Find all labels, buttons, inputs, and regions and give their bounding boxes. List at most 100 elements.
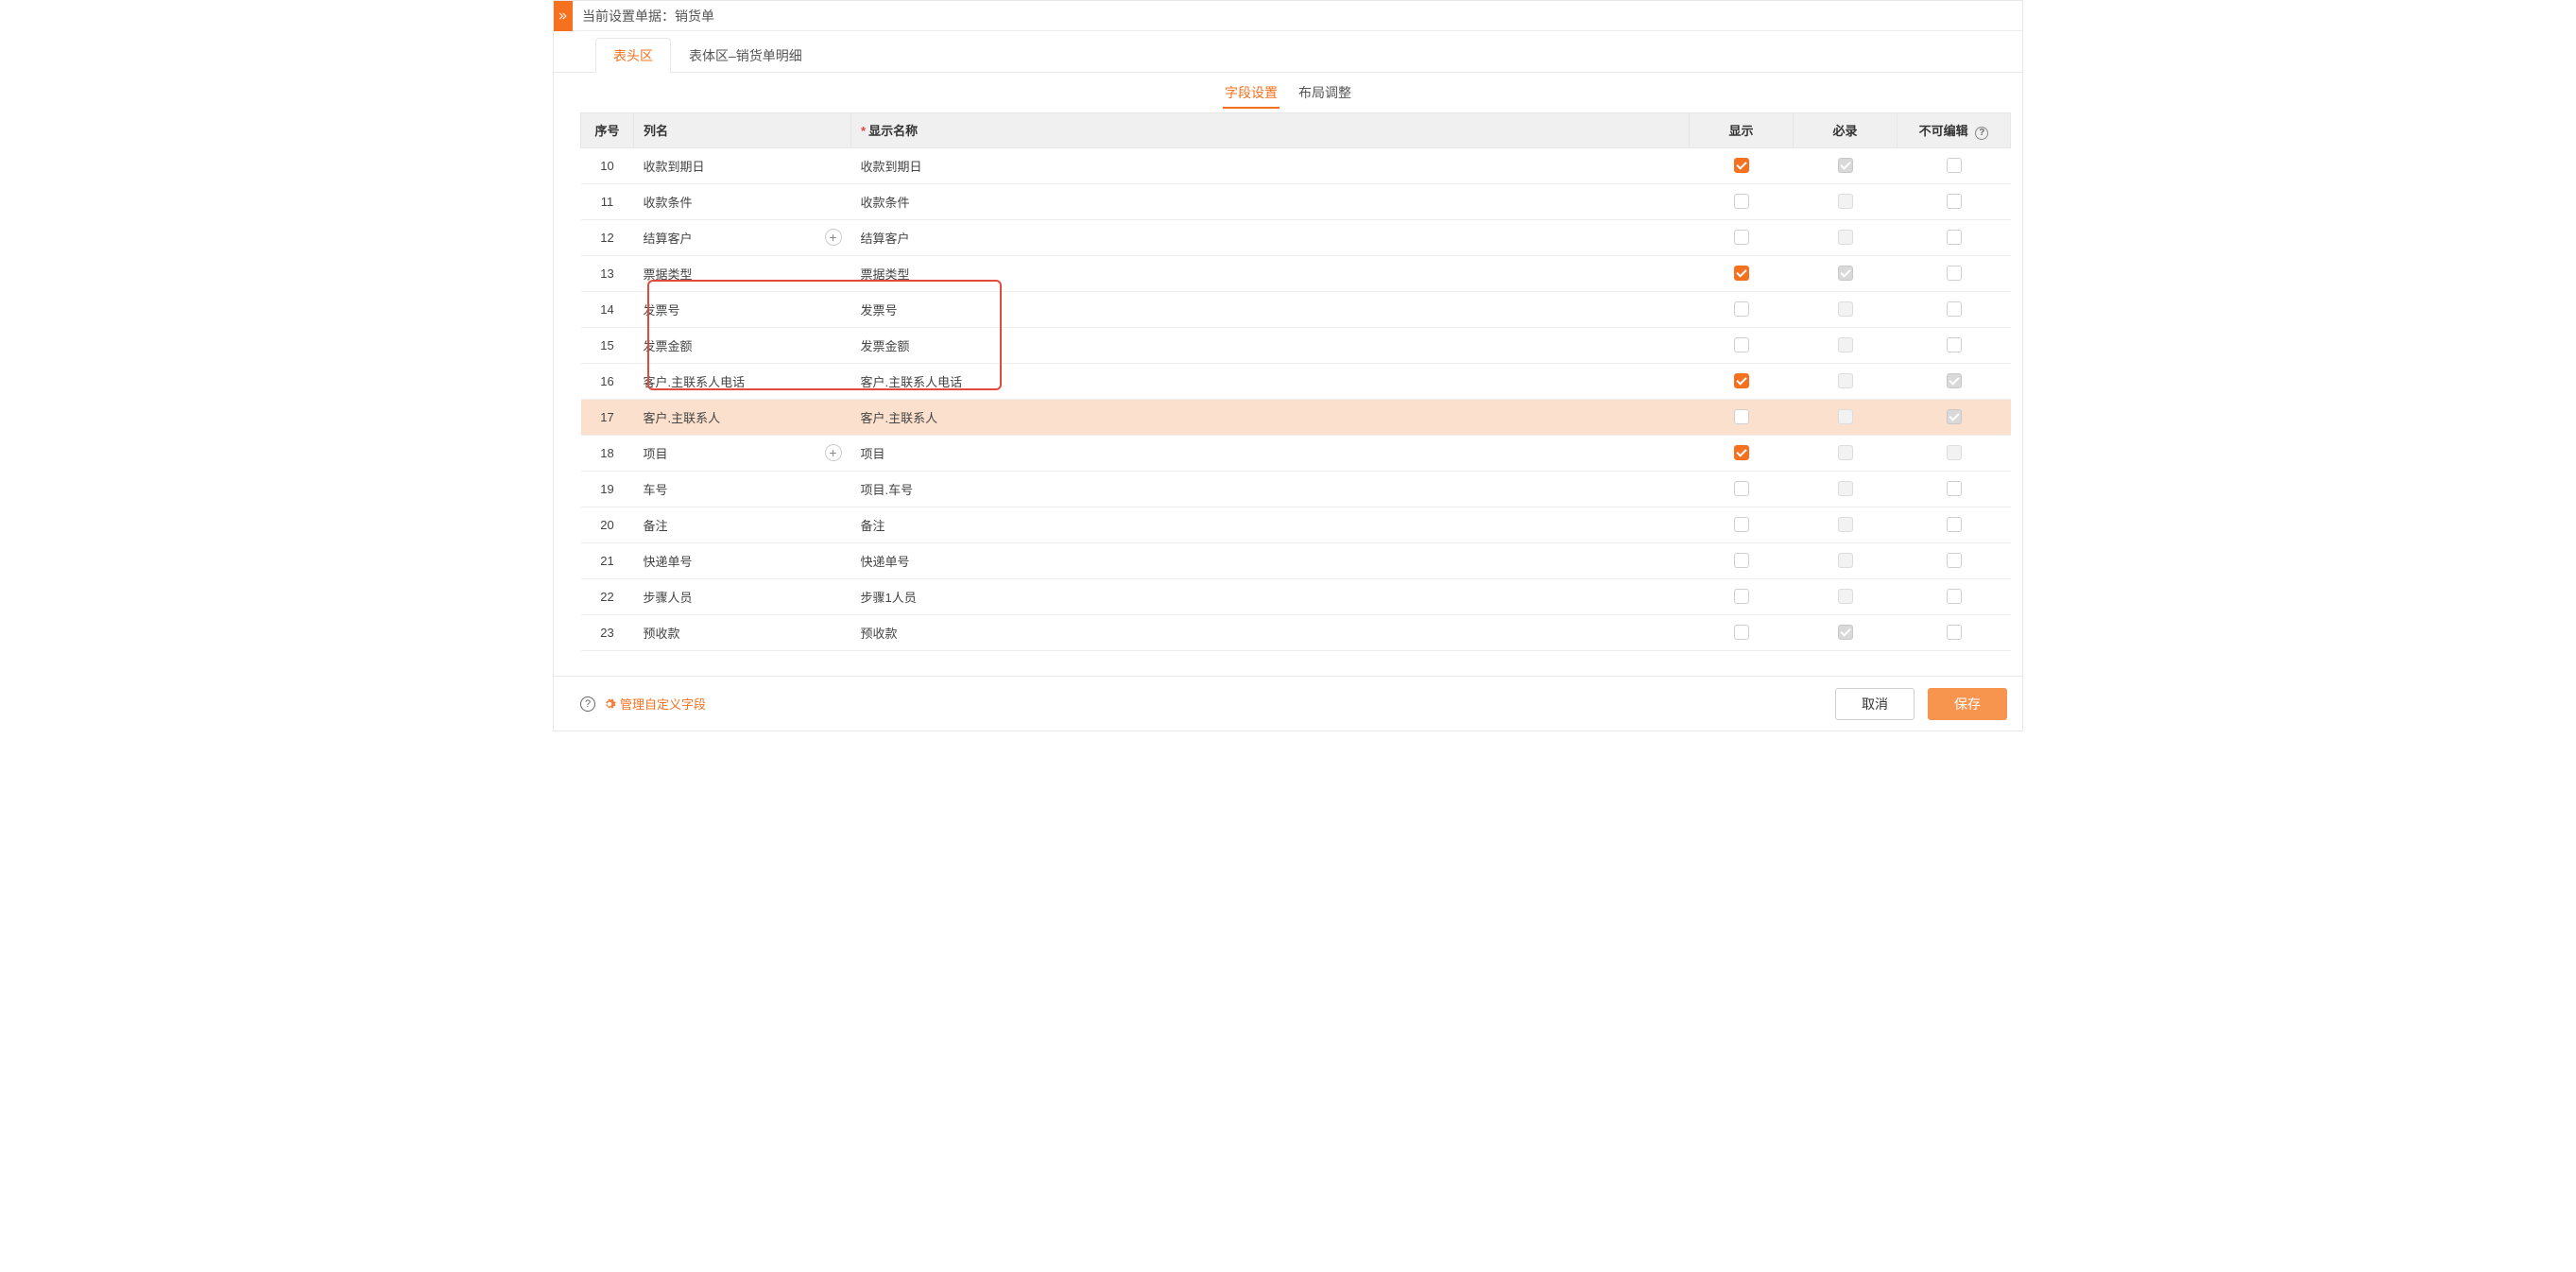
checkbox-readonly[interactable] xyxy=(1947,553,1962,568)
table-row[interactable]: 14发票号发票号 xyxy=(581,291,2011,327)
checkbox-show[interactable] xyxy=(1734,194,1749,209)
checkbox-readonly[interactable] xyxy=(1947,158,1962,173)
checkbox-readonly[interactable] xyxy=(1947,266,1962,281)
checkbox-readonly[interactable] xyxy=(1947,230,1962,245)
checkbox-readonly[interactable] xyxy=(1947,517,1962,532)
cell-display-name[interactable]: 结算客户 xyxy=(851,219,1690,255)
cell-display-name[interactable]: 发票号 xyxy=(851,291,1690,327)
cell-seq: 12 xyxy=(581,219,634,255)
checkbox-show[interactable] xyxy=(1734,517,1749,532)
checkbox-show[interactable] xyxy=(1734,230,1749,245)
cell-required xyxy=(1794,614,1898,650)
checkbox-required xyxy=(1838,373,1853,388)
table-row[interactable]: 23预收款预收款 xyxy=(581,614,2011,650)
cell-show xyxy=(1690,147,1794,183)
cell-display-name[interactable]: 客户.主联系人 xyxy=(851,399,1690,435)
sub-tabs: 字段设置布局调整 xyxy=(554,73,2022,112)
add-subfield-button[interactable]: + xyxy=(825,229,842,246)
cell-display-name[interactable]: 备注 xyxy=(851,507,1690,542)
cell-required xyxy=(1794,219,1898,255)
cell-show xyxy=(1690,363,1794,399)
table-row[interactable]: 13票据类型票据类型 xyxy=(581,255,2011,291)
cell-readonly xyxy=(1898,363,2011,399)
manage-custom-fields-link[interactable]: 管理自定义字段 xyxy=(603,695,706,713)
cell-display-name[interactable]: 收款到期日 xyxy=(851,147,1690,183)
checkbox-show[interactable] xyxy=(1734,373,1749,388)
cell-display-name[interactable]: 票据类型 xyxy=(851,255,1690,291)
cell-display-name[interactable]: 收款条件 xyxy=(851,183,1690,219)
subtab-1[interactable]: 布局调整 xyxy=(1297,77,1353,108)
table-row[interactable]: 21快递单号快递单号 xyxy=(581,542,2011,578)
header-bar: 当前设置单据：销货单 xyxy=(554,1,2022,31)
cell-col-name: 发票金额 xyxy=(634,327,851,363)
cell-display-name[interactable]: 客户.主联系人电话 xyxy=(851,363,1690,399)
checkbox-show[interactable] xyxy=(1734,409,1749,424)
checkbox-show[interactable] xyxy=(1734,445,1749,460)
cell-seq: 14 xyxy=(581,291,634,327)
cell-display-name[interactable]: 项目 xyxy=(851,435,1690,471)
checkbox-show[interactable] xyxy=(1734,625,1749,640)
cell-col-name: 快递单号 xyxy=(634,542,851,578)
cell-display-name[interactable]: 发票金额 xyxy=(851,327,1690,363)
table-row[interactable]: 22步骤人员步骤1人员 xyxy=(581,578,2011,614)
checkbox-show[interactable] xyxy=(1734,589,1749,604)
checkbox-show[interactable] xyxy=(1734,301,1749,317)
subtab-0[interactable]: 字段设置 xyxy=(1223,77,1279,108)
manage-custom-fields-text: 管理自定义字段 xyxy=(620,695,706,713)
title-prefix: 当前设置单据： xyxy=(582,9,675,24)
add-subfield-button[interactable]: + xyxy=(825,444,842,461)
checkbox-readonly[interactable] xyxy=(1947,481,1962,496)
checkbox-readonly xyxy=(1947,373,1962,388)
cancel-button[interactable]: 取消 xyxy=(1835,688,1915,720)
footer-help-icon[interactable]: ? xyxy=(580,696,595,712)
cell-display-name[interactable]: 快递单号 xyxy=(851,542,1690,578)
checkbox-show[interactable] xyxy=(1734,158,1749,173)
checkbox-required xyxy=(1838,481,1853,496)
cell-seq: 20 xyxy=(581,507,634,542)
table-row[interactable]: 12结算客户+结算客户 xyxy=(581,219,2011,255)
table-row[interactable]: 20备注备注 xyxy=(581,507,2011,542)
table-row[interactable]: 17客户.主联系人客户.主联系人 xyxy=(581,399,2011,435)
checkbox-show[interactable] xyxy=(1734,553,1749,568)
checkbox-readonly[interactable] xyxy=(1947,194,1962,209)
checkbox-readonly[interactable] xyxy=(1947,625,1962,640)
tab-1[interactable]: 表体区–销货单明细 xyxy=(671,38,820,73)
footer-left: ? 管理自定义字段 xyxy=(580,695,706,713)
checkbox-show[interactable] xyxy=(1734,337,1749,352)
cell-readonly xyxy=(1898,255,2011,291)
checkbox-readonly[interactable] xyxy=(1947,589,1962,604)
checkbox-show[interactable] xyxy=(1734,481,1749,496)
expand-sidebar-button[interactable] xyxy=(554,1,573,31)
table-row[interactable]: 10收款到期日收款到期日 xyxy=(581,147,2011,183)
page-title: 当前设置单据：销货单 xyxy=(582,7,714,26)
chevron-double-right-icon xyxy=(558,10,569,22)
cell-display-name[interactable]: 项目.车号 xyxy=(851,471,1690,507)
cell-display-name[interactable]: 预收款 xyxy=(851,614,1690,650)
cell-seq: 16 xyxy=(581,363,634,399)
cell-seq: 13 xyxy=(581,255,634,291)
checkbox-required xyxy=(1838,337,1853,352)
gear-icon xyxy=(603,697,616,711)
table-row[interactable]: 11收款条件收款条件 xyxy=(581,183,2011,219)
table-row[interactable]: 15发票金额发票金额 xyxy=(581,327,2011,363)
checkbox-readonly xyxy=(1947,445,1962,460)
cell-required xyxy=(1794,542,1898,578)
cell-col-name: 结算客户+ xyxy=(634,219,851,255)
table-row[interactable]: 16客户.主联系人电话客户.主联系人电话 xyxy=(581,363,2011,399)
save-button[interactable]: 保存 xyxy=(1928,688,2007,720)
cell-required xyxy=(1794,327,1898,363)
checkbox-readonly[interactable] xyxy=(1947,301,1962,317)
table-row[interactable]: 19车号项目.车号 xyxy=(581,471,2011,507)
checkbox-readonly[interactable] xyxy=(1947,337,1962,352)
th-readonly-text: 不可编辑 xyxy=(1919,124,1968,138)
table-scroll[interactable]: 序号 列名 *显示名称 显示 必录 不可编辑 ? 10收款到期日收款到期日11收… xyxy=(554,112,2022,676)
cell-required xyxy=(1794,471,1898,507)
cell-display-name[interactable]: 步骤1人员 xyxy=(851,578,1690,614)
cell-required xyxy=(1794,147,1898,183)
help-icon[interactable]: ? xyxy=(1975,127,1988,140)
tab-0[interactable]: 表头区 xyxy=(595,38,671,73)
fields-table: 序号 列名 *显示名称 显示 必录 不可编辑 ? 10收款到期日收款到期日11收… xyxy=(580,112,2011,651)
cell-required xyxy=(1794,255,1898,291)
checkbox-show[interactable] xyxy=(1734,266,1749,281)
table-row[interactable]: 18项目+项目 xyxy=(581,435,2011,471)
